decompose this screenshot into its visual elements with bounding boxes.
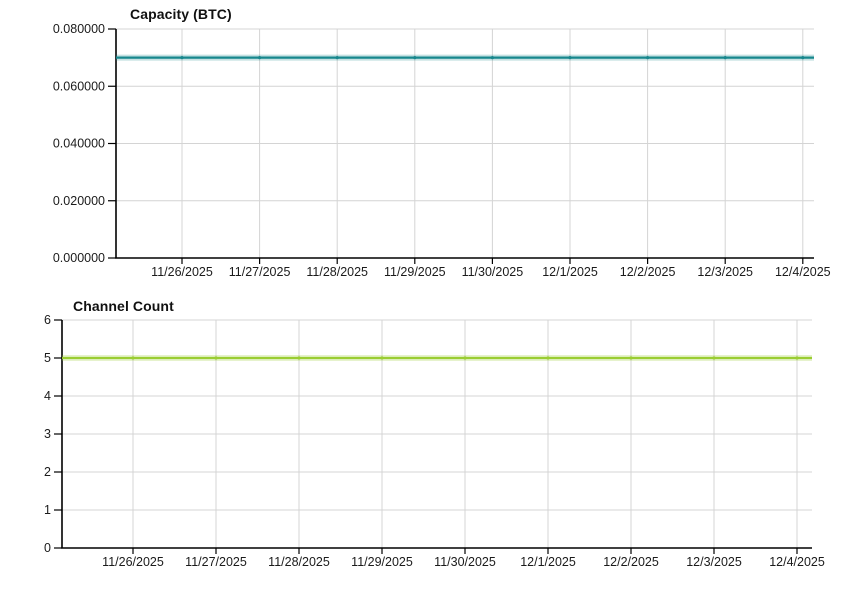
x-tick-label: 11/29/2025 (351, 555, 413, 569)
x-tick-label: 12/2/2025 (620, 265, 676, 279)
data-point-marker (546, 356, 550, 360)
data-point-marker (629, 356, 633, 360)
data-point-marker (297, 356, 301, 360)
y-tick-label: 5 (44, 351, 51, 365)
data-point-marker (568, 56, 572, 60)
y-tick-label: 0.080000 (53, 22, 105, 36)
x-tick-label: 12/3/2025 (686, 555, 742, 569)
x-tick-label: 12/3/2025 (697, 265, 753, 279)
y-tick-label: 2 (44, 465, 51, 479)
y-tick-label: 0.040000 (53, 137, 105, 151)
data-point-marker (413, 56, 417, 60)
x-tick-label: 11/28/2025 (306, 265, 368, 279)
x-tick-label: 12/4/2025 (769, 555, 825, 569)
x-tick-label: 11/28/2025 (268, 555, 330, 569)
data-point-marker (380, 356, 384, 360)
data-point-marker (646, 56, 650, 60)
y-tick-label: 1 (44, 503, 51, 517)
x-tick-label: 11/30/2025 (462, 265, 524, 279)
x-tick-label: 12/1/2025 (542, 265, 598, 279)
y-tick-label: 6 (44, 313, 51, 327)
y-tick-label: 4 (44, 389, 51, 403)
charts-panel: Capacity (BTC) Channel Count 11/26/2025 1… (0, 0, 860, 600)
y-tick-label: 3 (44, 427, 51, 441)
x-tick-label: 11/29/2025 (384, 265, 446, 279)
data-point-marker (180, 56, 184, 60)
data-point-marker (214, 356, 218, 360)
x-tick-label: 11/26/2025 (151, 265, 213, 279)
x-tick-label: 11/27/2025 (229, 265, 291, 279)
x-tick-label: 11/26/2025 (102, 555, 164, 569)
y-tick-label: 0.000000 (53, 251, 105, 265)
data-point-marker (258, 56, 262, 60)
data-point-marker (490, 56, 494, 60)
y-tick-label: 0.060000 (53, 79, 105, 93)
x-tick-label: 11/27/2025 (185, 555, 247, 569)
data-point-marker (463, 356, 467, 360)
data-point-marker (795, 356, 799, 360)
data-point-marker (712, 356, 716, 360)
data-point-marker (801, 56, 805, 60)
y-tick-label: 0 (44, 541, 51, 555)
y-tick-label: 0.020000 (53, 194, 105, 208)
data-point-marker (335, 56, 339, 60)
channel-count-chart: 11/26/2025 11/27/2025 11/28/2025 11/29/2025… (44, 313, 825, 569)
charts-canvas: 11/26/2025 11/27/2025 11/28/2025 11/29/2025… (44, 22, 831, 569)
x-tick-label: 11/30/2025 (434, 555, 496, 569)
data-point-marker (723, 56, 727, 60)
capacity-chart: 11/26/2025 11/27/2025 11/28/2025 11/29/2025… (53, 22, 831, 279)
x-tick-label: 12/2/2025 (603, 555, 659, 569)
x-tick-label: 12/1/2025 (520, 555, 576, 569)
data-point-marker (131, 356, 135, 360)
x-tick-label: 12/4/2025 (775, 265, 831, 279)
